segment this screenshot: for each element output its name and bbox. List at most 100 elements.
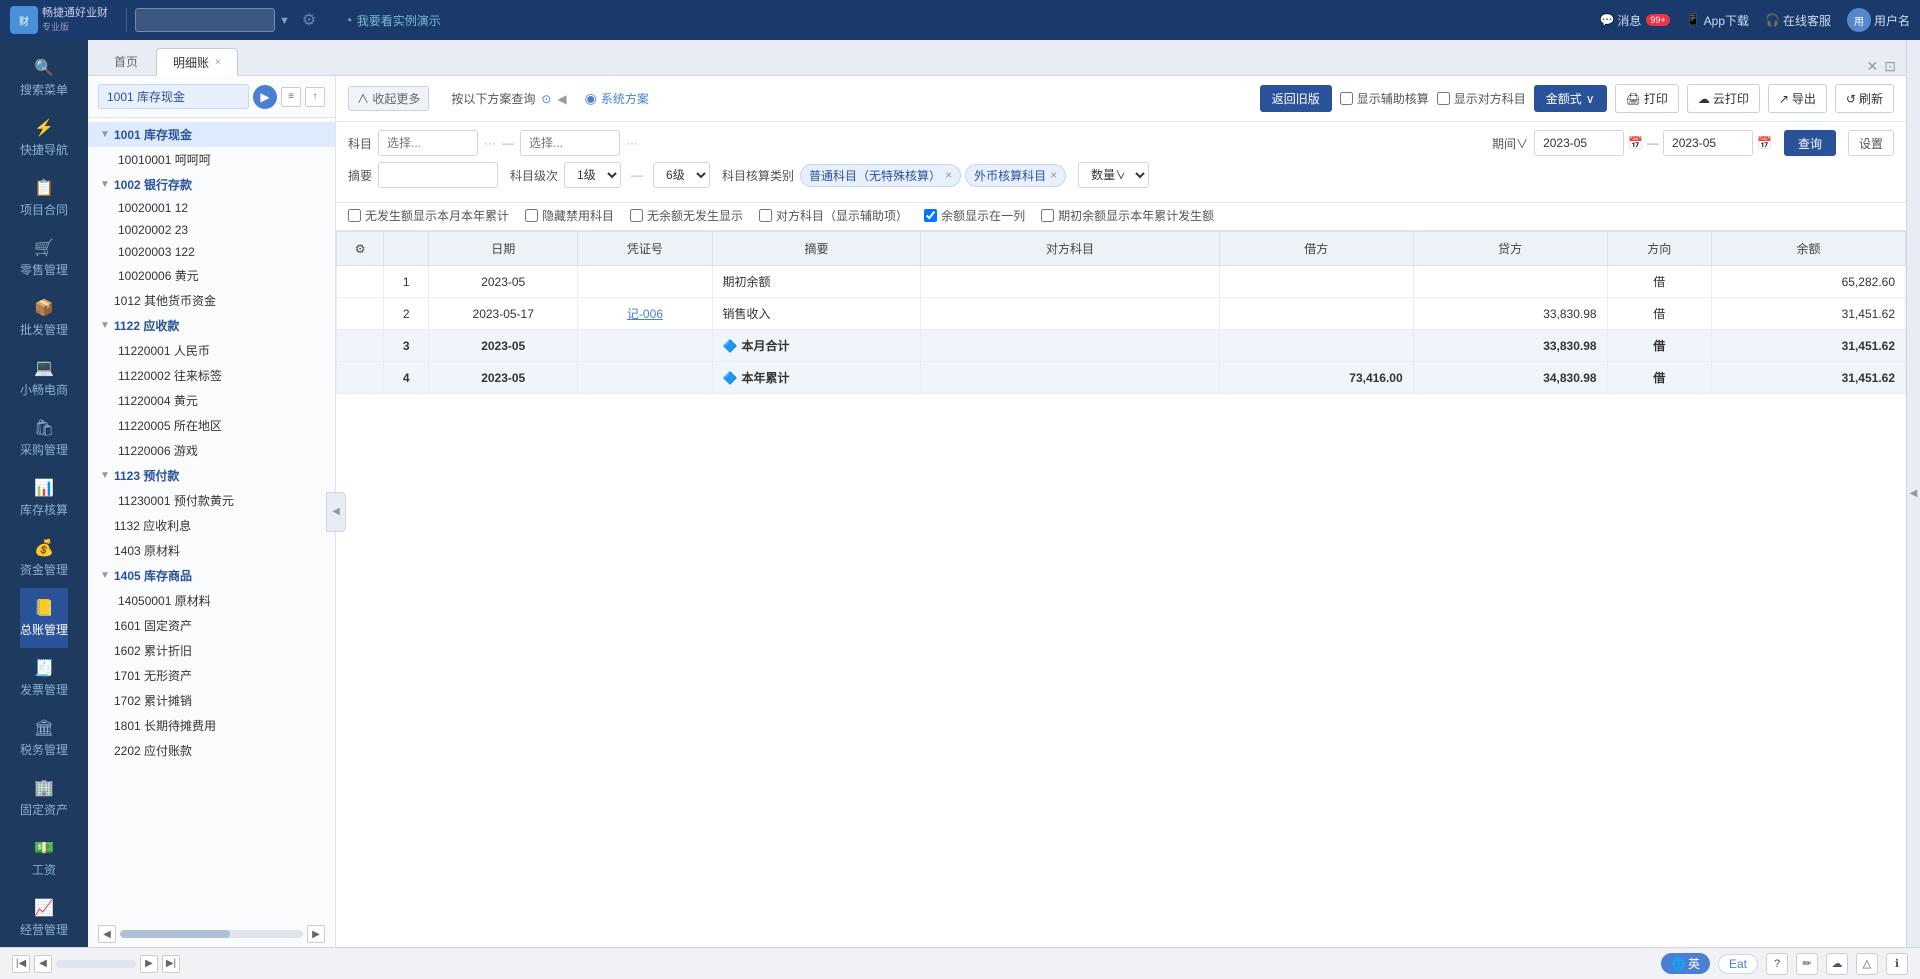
subject-end-input[interactable] (520, 130, 620, 156)
sidebar-item-salary[interactable]: 💵工资 (20, 828, 68, 888)
tree-item-1001[interactable]: ▼1001 库存现金 (88, 122, 335, 147)
filter-tag-close-icon[interactable]: × (1050, 168, 1057, 182)
print-btn[interactable]: 🖨 打印 (1615, 84, 1679, 113)
tree-item-11220005[interactable]: 11220005 所在地区 (88, 413, 335, 438)
col-credit[interactable]: 贷方 (1413, 232, 1607, 266)
sidebar-item-invoice[interactable]: 🧾发票管理 (20, 648, 68, 708)
tree-item-10020006[interactable]: 10020006 黄元 (88, 263, 335, 288)
col-date[interactable]: 日期 (429, 232, 578, 266)
tree-item-1403[interactable]: 1403 原材料 (88, 538, 335, 563)
pencil-icon[interactable]: ✏ (1796, 953, 1818, 975)
tree-item-10010001[interactable]: 10010001 呵呵呵 (88, 147, 335, 172)
tree-item-1012[interactable]: 1012 其他货币资金 (88, 288, 335, 313)
close-window-icon[interactable]: ✕ (1867, 58, 1879, 75)
maximize-icon[interactable]: ⊡ (1884, 58, 1896, 75)
online-service-btn[interactable]: 🎧 在线客服 (1765, 12, 1831, 29)
tree-item-10020001[interactable]: 10020001 12 (88, 197, 335, 219)
translate-btn[interactable]: 🌐 英 (1661, 953, 1710, 974)
period-start-input[interactable] (1534, 130, 1624, 156)
chart-icon[interactable]: △ (1856, 953, 1878, 975)
sidebar-item-search[interactable]: 🔍搜索菜单 (20, 48, 68, 108)
filter-settings-icon[interactable]: ⊙ (541, 92, 551, 106)
cloud-sync-icon[interactable]: ☁ (1826, 953, 1848, 975)
qty-select[interactable]: 数量∨ (1078, 162, 1149, 188)
scroll-to-start-btn[interactable]: |◀ (12, 955, 30, 973)
scroll-prev-btn[interactable]: ◀ (34, 955, 52, 973)
table-row[interactable]: 4 2023-05 🔷本年累计 73,416.00 34,830.98 借 31… (337, 362, 1906, 394)
tree-item-1601[interactable]: 1601 固定资产 (88, 613, 335, 638)
show-opposite-checkbox[interactable]: 显示对方科目 (1437, 90, 1526, 107)
scroll-next-btn[interactable]: ▶ (140, 955, 158, 973)
app-download-btn[interactable]: 📱 App下载 (1686, 12, 1749, 29)
tree-item-10020002[interactable]: 10020002 23 (88, 219, 335, 241)
tree-item-2202[interactable]: 2202 应付账款 (88, 738, 335, 763)
tree-item-1132[interactable]: 1132 应收利息 (88, 513, 335, 538)
back-old-btn[interactable]: 返回旧版 (1260, 85, 1332, 112)
no-occurrence-check[interactable]: 无发生额显示本月本年累计 (348, 207, 509, 224)
tab-home[interactable]: 首页 (98, 47, 154, 75)
tree-item-11220006[interactable]: 11220006 游戏 (88, 438, 335, 463)
tree-item-11220004[interactable]: 11220004 黄元 (88, 388, 335, 413)
tree-item-1002[interactable]: ▼1002 银行存款 (88, 172, 335, 197)
sidebar-item-ledger[interactable]: 📒总账管理 (20, 588, 68, 648)
opposite-check[interactable]: 对方科目（显示辅助项） (759, 207, 908, 224)
table-cell-voucher[interactable]: 记-006 (578, 298, 712, 330)
tree-item-10020003[interactable]: 10020003 122 (88, 241, 335, 263)
sidebar-item-retail[interactable]: 🛒零售管理 (20, 228, 68, 288)
refresh-btn[interactable]: ↺ 刷新 (1835, 84, 1894, 113)
user-avatar[interactable]: 用 用户名 (1847, 8, 1910, 32)
tree-item-11220002[interactable]: 11220002 往来标签 (88, 363, 335, 388)
sidebar-item-purchase[interactable]: 🛍采购管理 (20, 408, 68, 468)
tree-item-1701[interactable]: 1701 无形资产 (88, 663, 335, 688)
right-expand-panel[interactable]: ◀ (1906, 40, 1920, 947)
scroll-right-btn[interactable]: ▶ (307, 925, 325, 943)
col-opposite[interactable]: 对方科目 (921, 232, 1219, 266)
tab-detail[interactable]: 明细账 × (156, 48, 238, 76)
tree-item-1801[interactable]: 1801 长期待摊费用 (88, 713, 335, 738)
system-scheme-link[interactable]: ◉ 系统方案 (585, 90, 649, 107)
period-calendar-end-icon[interactable]: 📅 (1757, 136, 1772, 150)
tree-item-1602[interactable]: 1602 累计折旧 (88, 638, 335, 663)
tree-expand-all-btn[interactable]: ≡ (281, 87, 301, 107)
tree-collapse-all-btn[interactable]: ↑ (305, 87, 325, 107)
filter-tag-close-icon[interactable]: × (945, 168, 952, 182)
query-btn[interactable]: 查询 (1784, 130, 1836, 156)
table-row[interactable]: 1 2023-05 期初余额 借 65,282.60 (337, 266, 1906, 298)
info-icon[interactable]: ℹ (1886, 953, 1908, 975)
side-expand-btn[interactable]: ◀ (326, 492, 346, 532)
scroll-to-end-btn[interactable]: ▶| (162, 955, 180, 973)
voucher-link[interactable]: 记-006 (627, 307, 663, 321)
sidebar-item-ops[interactable]: 📈经营管理 (20, 888, 68, 947)
sidebar-item-tax[interactable]: 🏛税务管理 (20, 708, 68, 768)
sidebar-item-nav[interactable]: ⚡快捷导航 (20, 108, 68, 168)
filter-collapse-icon[interactable]: ◀ (557, 92, 566, 106)
hide-disabled-check[interactable]: 隐藏禁用科目 (525, 207, 614, 224)
tree-item-11230001[interactable]: 11230001 预付款黄元 (88, 488, 335, 513)
account-arrow-btn[interactable]: ▶ (253, 85, 277, 109)
col-settings[interactable]: ⚙ (337, 232, 384, 266)
tree-item-14050001[interactable]: 14050001 原材料 (88, 588, 335, 613)
period-calendar-start-icon[interactable]: 📅 (1628, 136, 1643, 150)
filter-settings-btn[interactable]: 设置 (1848, 130, 1894, 156)
col-voucher[interactable]: 凭证号 (578, 232, 712, 266)
table-row[interactable]: 2 2023-05-17 记-006 销售收入 33,830.98 借 31,4… (337, 298, 1906, 330)
col-summary[interactable]: 摘要 (712, 232, 921, 266)
tree-item-1123[interactable]: ▼1123 预付款 (88, 463, 335, 488)
col-direction[interactable]: 方向 (1607, 232, 1711, 266)
summary-input[interactable] (378, 162, 498, 188)
subject-input[interactable] (378, 130, 478, 156)
period-end-input[interactable] (1663, 130, 1753, 156)
message-btn[interactable]: 💬 消息 99+ (1599, 12, 1669, 29)
amount-type-btn[interactable]: 金额式 ∨ (1534, 85, 1607, 112)
tree-item-1122[interactable]: ▼1122 应收款 (88, 313, 335, 338)
no-balance-check[interactable]: 无余额无发生显示 (630, 207, 743, 224)
scroll-left-btn[interactable]: ◀ (98, 925, 116, 943)
question-icon[interactable]: ? (1766, 953, 1788, 975)
sidebar-item-inventory[interactable]: 📊库存核算 (20, 468, 68, 528)
cloud-print-btn[interactable]: ☁ 云打印 (1687, 84, 1760, 113)
tree-item-11220001[interactable]: 11220001 人民币 (88, 338, 335, 363)
tree-item-1702[interactable]: 1702 累计摊销 (88, 688, 335, 713)
table-row[interactable]: 3 2023-05 🔷本月合计 33,830.98 借 31,451.62 (337, 330, 1906, 362)
tab-close-icon[interactable]: × (215, 57, 221, 68)
settings-icon[interactable]: ⚙ (302, 10, 316, 30)
